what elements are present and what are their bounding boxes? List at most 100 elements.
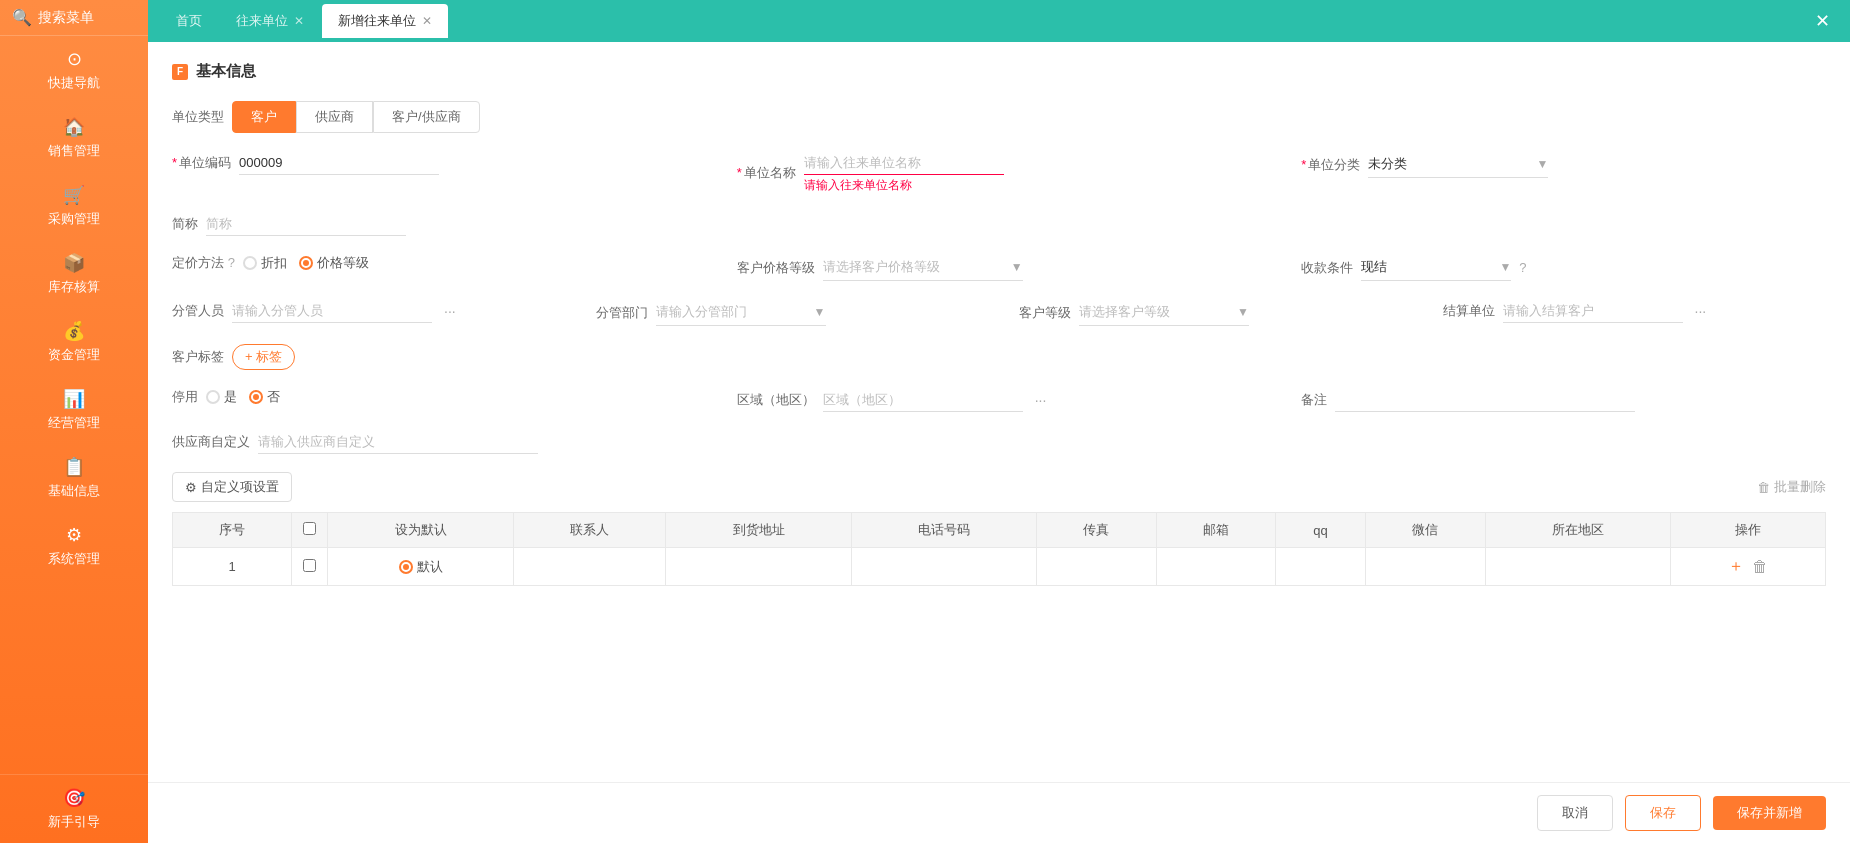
contacts-table: 序号 设为默认 联系人 到货地址 电话号码 传真 邮箱 qq 微信 所在地区 操… [172, 512, 1826, 586]
inventory-icon: 📦 [63, 252, 85, 274]
department-select[interactable]: 请输入分管部门 ▼ [656, 299, 826, 326]
customer-tag-field: 客户标签 + 标签 [172, 344, 1826, 370]
section-icon: F [172, 64, 188, 80]
save-add-button[interactable]: 保存并新增 [1713, 796, 1826, 830]
manager-row: 分管人员 ··· 分管部门 请输入分管部门 ▼ 客户等级 请选择客户等级 ▼ 结… [172, 299, 1826, 326]
unit-type-supplier-btn[interactable]: 供应商 [296, 101, 373, 133]
customer-level-select[interactable]: 请选择客户等级 ▼ [1079, 299, 1249, 326]
table-row: 1 默认 [173, 548, 1826, 586]
add-row-btn[interactable]: ＋ [1728, 556, 1744, 577]
row-default-radio[interactable]: 默认 [338, 558, 502, 576]
unit-type-customer-btn[interactable]: 客户 [232, 101, 296, 133]
unit-type-both-btn[interactable]: 客户/供应商 [373, 101, 480, 133]
settlement-more-btn[interactable]: ··· [1691, 303, 1711, 319]
customer-level-placeholder: 请选择客户等级 [1079, 303, 1237, 321]
col-qq: qq [1276, 513, 1366, 548]
col-address: 到货地址 [666, 513, 851, 548]
col-contact: 联系人 [513, 513, 665, 548]
unit-code-input[interactable] [239, 151, 439, 175]
finance-icon: 💰 [63, 320, 85, 342]
row-seq: 1 [173, 548, 292, 586]
supplier-custom-field: 供应商自定义 [172, 430, 1826, 454]
unit-category-select[interactable]: 未分类 ▼ [1368, 151, 1548, 178]
tab-home[interactable]: 首页 [160, 4, 218, 38]
unit-info-row: *单位编码 *单位名称 请输入往来单位名称 *单位分类 未分类 ▼ [172, 151, 1826, 194]
pricing-level-option[interactable]: 价格等级 [299, 254, 369, 272]
supplier-custom-input[interactable] [258, 430, 538, 454]
unit-category-arrow: ▼ [1537, 157, 1549, 171]
sidebar-search[interactable]: 🔍 搜索菜单 [0, 0, 148, 36]
short-name-input[interactable] [206, 212, 406, 236]
region-more-btn[interactable]: ··· [1031, 392, 1051, 408]
sidebar-item-label: 采购管理 [48, 210, 100, 228]
settlement-unit-label: 结算单位 [1443, 302, 1495, 320]
disabled-yes-option[interactable]: 是 [206, 388, 237, 406]
payment-terms-label: 收款条件 [1301, 259, 1353, 277]
main-close-button[interactable]: ✕ [1807, 10, 1838, 32]
quick-nav-icon: ⊙ [67, 48, 82, 70]
delete-row-btn[interactable]: 🗑 [1752, 558, 1768, 576]
payment-terms-select[interactable]: 现结 ▼ [1361, 254, 1511, 281]
batch-delete-icon: 🗑 [1757, 480, 1770, 495]
tab-close-add-partner[interactable]: ✕ [422, 14, 432, 28]
batch-delete-button[interactable]: 🗑 批量删除 [1757, 478, 1826, 496]
payment-terms-help-icon[interactable]: ? [1519, 260, 1526, 275]
sidebar-item-beginner[interactable]: 🎯 新手引导 [0, 774, 148, 843]
unit-type-label: 单位类型 [172, 108, 224, 126]
custom-settings-button[interactable]: ⚙ 自定义项设置 [172, 472, 292, 502]
row-wechat [1366, 548, 1485, 586]
remark-input[interactable] [1335, 388, 1635, 412]
department-label: 分管部门 [596, 304, 648, 322]
tab-add-partner[interactable]: 新增往来单位 ✕ [322, 4, 448, 38]
gear-icon: ⚙ [185, 480, 197, 495]
save-button[interactable]: 保存 [1625, 795, 1701, 831]
sidebar-item-basic[interactable]: 📋 基础信息 [0, 444, 148, 512]
tab-partner-list[interactable]: 往来单位 ✕ [220, 4, 320, 38]
pricing-help-icon[interactable]: ? [228, 255, 235, 270]
row-fax [1037, 548, 1156, 586]
sidebar-item-quick-nav[interactable]: ⊙ 快捷导航 [0, 36, 148, 104]
content-area: F 基本信息 单位类型 客户 供应商 客户/供应商 *单位编码 *单位名称 [148, 42, 1850, 782]
sidebar-item-label: 基础信息 [48, 482, 100, 500]
sidebar-item-operations[interactable]: 📊 经营管理 [0, 376, 148, 444]
disabled-no-option[interactable]: 否 [249, 388, 280, 406]
basic-icon: 📋 [63, 456, 85, 478]
unit-name-input[interactable] [804, 151, 1004, 175]
sidebar-item-purchase[interactable]: 🛒 采购管理 [0, 172, 148, 240]
sidebar-item-system[interactable]: ⚙ 系统管理 [0, 512, 148, 580]
manager-more-btn[interactable]: ··· [440, 303, 460, 319]
disabled-no-radio [249, 390, 263, 404]
customer-level-field: 客户等级 请选择客户等级 ▼ [1019, 299, 1403, 326]
disabled-yes-radio [206, 390, 220, 404]
customer-price-level-field: 客户价格等级 请选择客户价格等级 ▼ [737, 254, 1262, 281]
custom-settings-bar: ⚙ 自定义项设置 🗑 批量删除 [172, 472, 1826, 502]
sidebar-item-inventory[interactable]: 📦 库存核算 [0, 240, 148, 308]
tab-close-partner-list[interactable]: ✕ [294, 14, 304, 28]
table-header-row: 序号 设为默认 联系人 到货地址 电话号码 传真 邮箱 qq 微信 所在地区 操… [173, 513, 1826, 548]
customer-price-level-select[interactable]: 请选择客户价格等级 ▼ [823, 254, 1023, 281]
sidebar-item-finance[interactable]: 💰 资金管理 [0, 308, 148, 376]
main-area: 首页 往来单位 ✕ 新增往来单位 ✕ ✕ F 基本信息 单位类型 客户 供应商 … [148, 0, 1850, 843]
table-body: 1 默认 [173, 548, 1826, 586]
select-all-checkbox[interactable] [303, 522, 316, 535]
unit-name-error: 请输入往来单位名称 [804, 177, 1004, 194]
cancel-button[interactable]: 取消 [1537, 795, 1613, 831]
settlement-unit-input[interactable] [1503, 299, 1683, 323]
row-action-group: ＋ 🗑 [1681, 556, 1815, 577]
pricing-discount-option[interactable]: 折扣 [243, 254, 287, 272]
row-checkbox-input[interactable] [303, 559, 316, 572]
sidebar-item-sales[interactable]: 🏠 销售管理 [0, 104, 148, 172]
payment-terms-field: 收款条件 现结 ▼ ? [1301, 254, 1826, 281]
short-name-field: 简称 [172, 212, 1826, 236]
row-email-cell [1156, 548, 1275, 586]
unit-name-wrap: 请输入往来单位名称 [804, 151, 1004, 194]
manager-input[interactable] [232, 299, 432, 323]
region-input[interactable] [823, 388, 1023, 412]
col-actions: 操作 [1670, 513, 1825, 548]
manager-field: 分管人员 ··· [172, 299, 556, 323]
region-field: 区域（地区） ··· [737, 388, 1262, 412]
disabled-label: 停用 [172, 388, 198, 406]
pricing-method-label: 定价方法 ? [172, 254, 235, 272]
add-tag-button[interactable]: + 标签 [232, 344, 295, 370]
sales-icon: 🏠 [63, 116, 85, 138]
